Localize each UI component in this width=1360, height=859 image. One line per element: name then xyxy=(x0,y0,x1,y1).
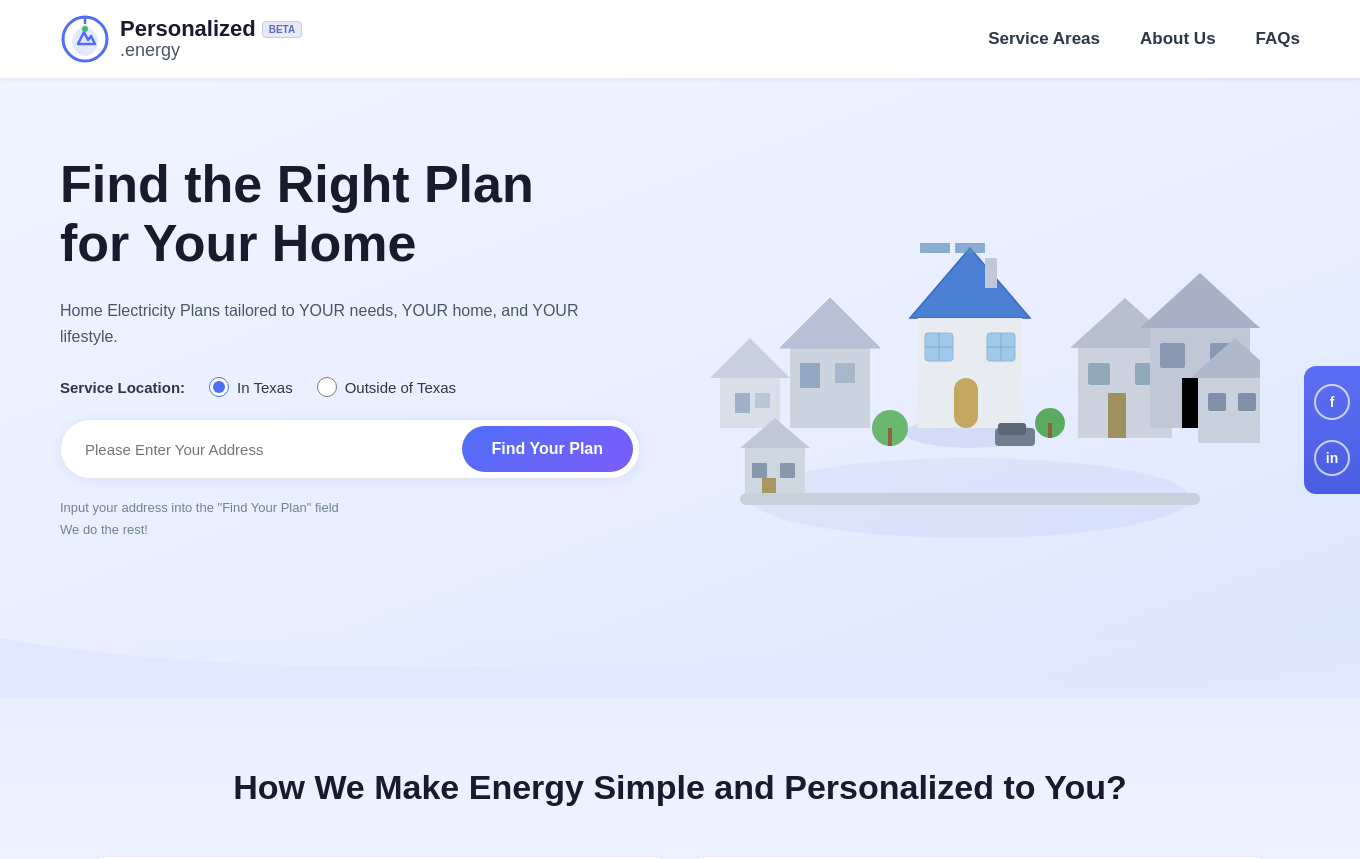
wave-svg xyxy=(0,638,1360,698)
beta-badge: BETA xyxy=(262,21,302,38)
logo-text: Personalized BETA .energy xyxy=(120,17,302,61)
svg-marker-4 xyxy=(710,338,790,378)
how-section-title: How We Make Energy Simple and Personaliz… xyxy=(60,768,1300,807)
svg-marker-36 xyxy=(1140,273,1260,328)
svg-rect-30 xyxy=(998,423,1026,435)
how-section: How We Make Energy Simple and Personaliz… xyxy=(0,698,1360,859)
wave-area xyxy=(0,638,1360,698)
svg-rect-7 xyxy=(755,393,770,408)
radio-in-texas-input[interactable] xyxy=(209,377,229,397)
main-nav: Service Areas About Us FAQs xyxy=(988,29,1300,49)
svg-marker-8 xyxy=(780,298,880,348)
hero-subtitle: Home Electricity Plans tailored to YOUR … xyxy=(60,298,640,349)
svg-rect-50 xyxy=(740,493,1200,505)
hero-illustration xyxy=(680,138,1260,558)
service-location-row: Service Location: In Texas Outside of Te… xyxy=(60,377,640,397)
svg-rect-38 xyxy=(1160,343,1185,368)
radio-in-texas-label: In Texas xyxy=(237,379,293,396)
svg-rect-51 xyxy=(920,243,950,253)
svg-rect-33 xyxy=(1088,363,1110,385)
svg-rect-16 xyxy=(985,258,997,288)
svg-rect-48 xyxy=(780,463,795,478)
svg-rect-18 xyxy=(954,378,978,428)
nav-about-us[interactable]: About Us xyxy=(1140,29,1216,49)
logo-sub: .energy xyxy=(120,41,302,61)
svg-rect-10 xyxy=(800,363,820,388)
hero-title: Find the Right Plan for Your Home xyxy=(60,155,640,275)
svg-rect-26 xyxy=(888,428,892,446)
svg-rect-28 xyxy=(1048,423,1052,438)
hero-image-area xyxy=(640,138,1300,558)
radio-outside-texas-input[interactable] xyxy=(317,377,337,397)
svg-rect-6 xyxy=(735,393,750,413)
address-input[interactable] xyxy=(85,441,452,458)
svg-rect-47 xyxy=(752,463,767,478)
helper-line1: Input your address into the "Find Your P… xyxy=(60,497,640,519)
radio-outside-texas[interactable]: Outside of Texas xyxy=(317,377,456,397)
logo-area: Personalized BETA .energy xyxy=(60,14,302,64)
svg-rect-44 xyxy=(1238,393,1256,411)
svg-rect-52 xyxy=(955,243,985,253)
helper-line2: We do the rest! xyxy=(60,519,640,541)
logo-icon xyxy=(60,14,110,64)
hero-title-line1: Find the Right Plan xyxy=(60,155,534,213)
logo-name: Personalized xyxy=(120,17,256,41)
header: Personalized BETA .energy Service Areas … xyxy=(0,0,1360,78)
service-location-label: Service Location: xyxy=(60,379,185,396)
radio-outside-texas-label: Outside of Texas xyxy=(345,379,456,396)
search-bar: Find Your Plan xyxy=(60,419,640,479)
nav-service-areas[interactable]: Service Areas xyxy=(988,29,1100,49)
svg-marker-14 xyxy=(910,248,1030,318)
svg-rect-35 xyxy=(1108,393,1126,438)
svg-point-1 xyxy=(82,26,88,32)
linkedin-button[interactable]: in xyxy=(1314,440,1350,476)
hero-content: Find the Right Plan for Your Home Home E… xyxy=(60,155,640,542)
facebook-button[interactable]: f xyxy=(1314,384,1350,420)
radio-in-texas[interactable]: In Texas xyxy=(209,377,293,397)
social-sidebar: f in xyxy=(1304,366,1360,494)
svg-rect-43 xyxy=(1208,393,1226,411)
hero-title-line2: for Your Home xyxy=(60,214,416,272)
find-plan-button[interactable]: Find Your Plan xyxy=(462,426,633,472)
hero-section: Find the Right Plan for Your Home Home E… xyxy=(0,78,1360,638)
nav-faqs[interactable]: FAQs xyxy=(1256,29,1300,49)
helper-text: Input your address into the "Find Your P… xyxy=(60,497,640,541)
svg-rect-11 xyxy=(835,363,855,383)
